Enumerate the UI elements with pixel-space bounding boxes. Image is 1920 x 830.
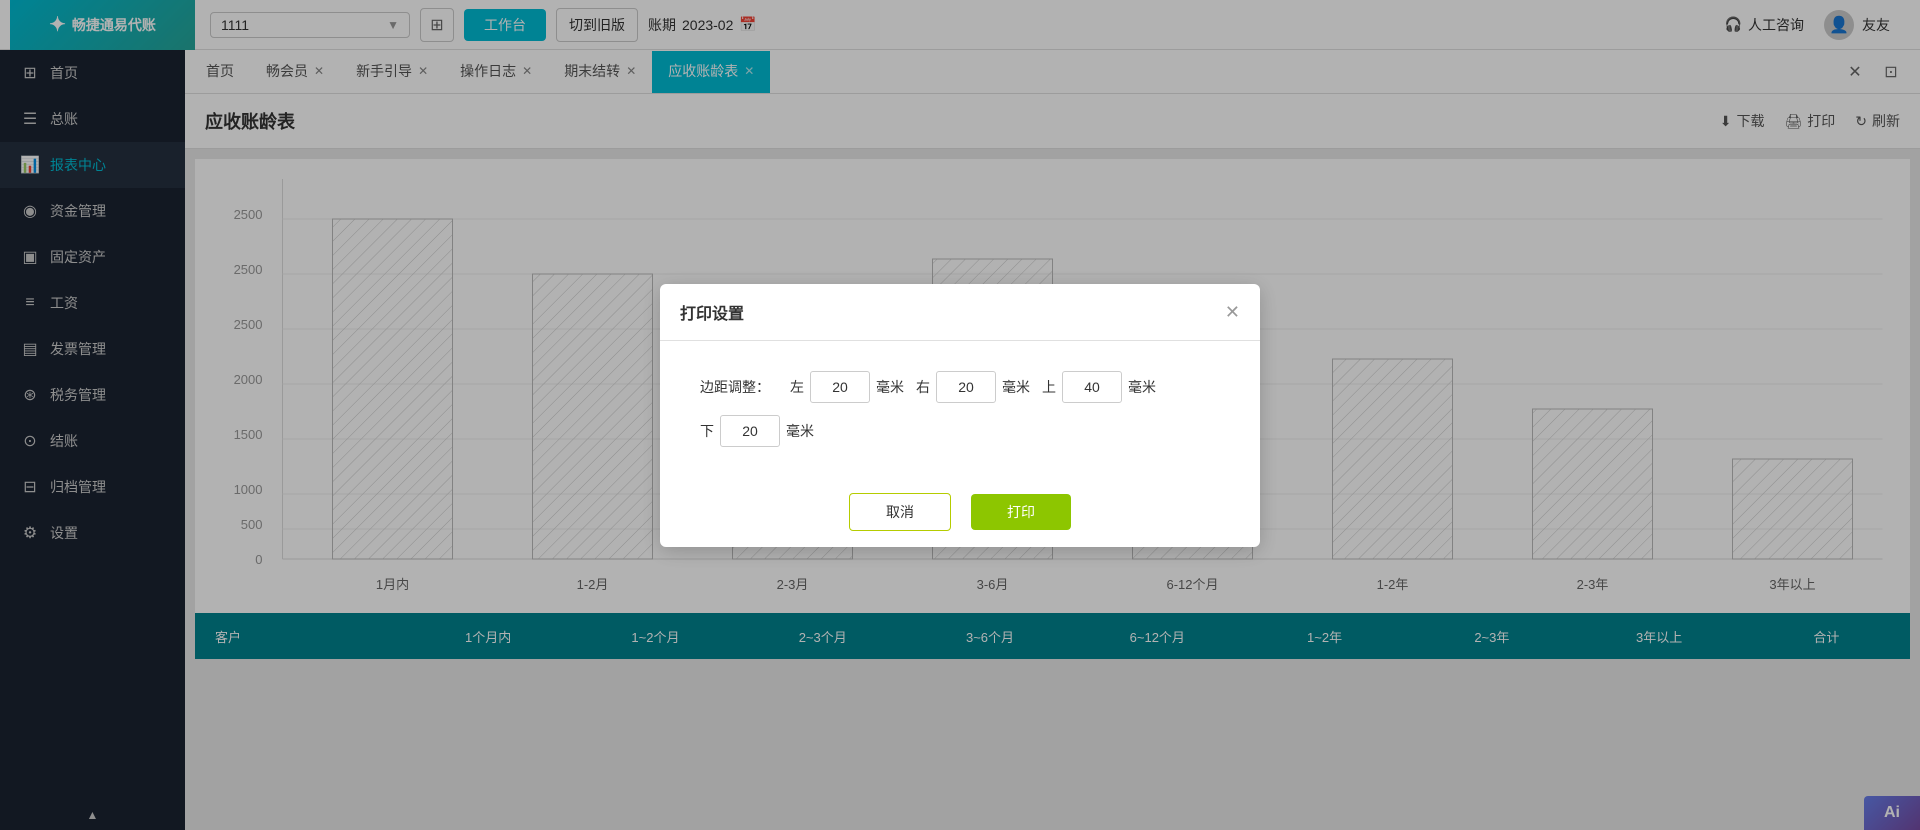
top-margin-group: 上 毫米 (1042, 371, 1156, 403)
modal-close-button[interactable]: ✕ (1225, 303, 1240, 321)
bottom-label: 下 (700, 421, 714, 441)
left-margin-input[interactable] (810, 371, 870, 403)
left-label: 左 (790, 377, 804, 397)
right-unit: 毫米 (1002, 377, 1030, 397)
bottom-unit: 毫米 (786, 421, 814, 441)
right-label: 右 (916, 377, 930, 397)
modal-footer: 取消 打印 (660, 477, 1260, 547)
modal-overlay: 打印设置 ✕ 边距调整： 左 毫米 右 毫米 上 毫米 (0, 0, 1920, 830)
modal-title: 打印设置 (680, 300, 744, 324)
right-margin-group: 右 毫米 (916, 371, 1030, 403)
print-confirm-button[interactable]: 打印 (971, 494, 1071, 530)
top-label: 上 (1042, 377, 1056, 397)
bottom-margin-group: 下 毫米 (700, 415, 814, 447)
modal-header: 打印设置 ✕ (660, 284, 1260, 341)
modal-body: 边距调整： 左 毫米 右 毫米 上 毫米 下 (660, 341, 1260, 477)
top-unit: 毫米 (1128, 377, 1156, 397)
top-margin-input[interactable] (1062, 371, 1122, 403)
left-margin-group: 左 毫米 (790, 371, 904, 403)
margin-settings-row: 边距调整： 左 毫米 右 毫米 上 毫米 下 (700, 371, 1220, 447)
cancel-button[interactable]: 取消 (849, 493, 951, 531)
bottom-margin-input[interactable] (720, 415, 780, 447)
left-unit: 毫米 (876, 377, 904, 397)
print-settings-dialog: 打印设置 ✕ 边距调整： 左 毫米 右 毫米 上 毫米 (660, 284, 1260, 547)
right-margin-input[interactable] (936, 371, 996, 403)
margin-label: 边距调整： (700, 377, 770, 397)
